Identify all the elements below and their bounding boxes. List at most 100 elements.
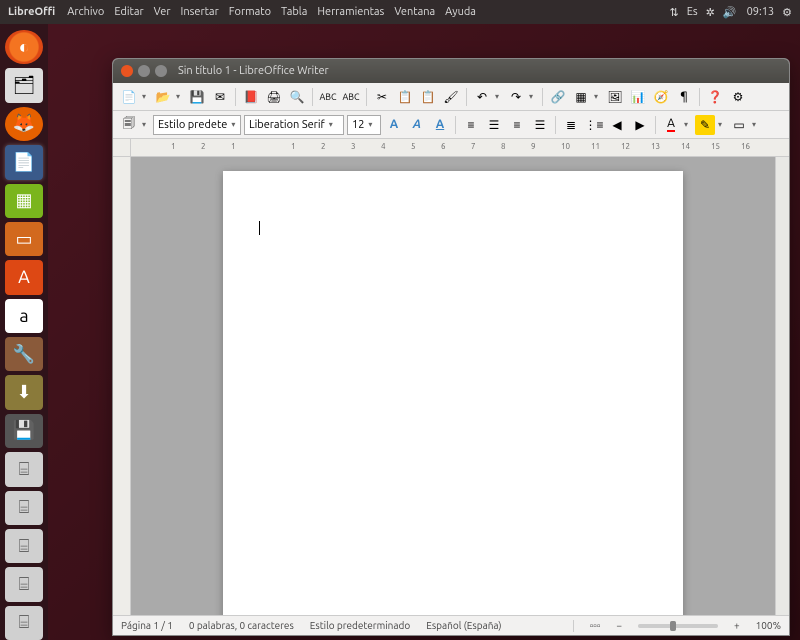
copy-icon[interactable]: 📋	[395, 87, 415, 107]
background-color-icon[interactable]: ▭	[729, 115, 749, 135]
menu-ver[interactable]: Ver	[154, 6, 171, 18]
amazon-icon[interactable]: a	[5, 299, 43, 333]
settings-icon[interactable]: 🔧	[5, 337, 43, 371]
drive2-icon[interactable]: ⌸	[5, 491, 43, 525]
spellcheck-icon[interactable]: ABC	[318, 87, 338, 107]
navigator-icon[interactable]: 🧭	[651, 87, 671, 107]
print-preview-icon[interactable]: 🔍	[287, 87, 307, 107]
menu-formato[interactable]: Formato	[229, 6, 271, 18]
font-color-icon[interactable]: A	[661, 115, 681, 135]
view-layout-icons[interactable]: ▫▫▫	[590, 620, 601, 632]
menu-ayuda[interactable]: Ayuda	[445, 6, 476, 18]
save-icon[interactable]: 💾	[187, 87, 207, 107]
decrease-indent-icon[interactable]: ◀	[607, 115, 627, 135]
page-viewport[interactable]	[131, 157, 775, 615]
underline-icon[interactable]: A	[430, 115, 450, 135]
menu-archivo[interactable]: Archivo	[67, 6, 104, 18]
vertical-ruler[interactable]	[113, 157, 131, 615]
align-center-icon[interactable]: ☰	[484, 115, 504, 135]
extension-icon[interactable]: ⚙	[728, 87, 748, 107]
clock[interactable]: 09:13	[747, 6, 775, 18]
new-doc-icon[interactable]: 📄	[119, 87, 139, 107]
bold-icon[interactable]: A	[384, 115, 404, 135]
calc-icon[interactable]: ▦	[5, 184, 43, 218]
titlebar[interactable]: Sin título 1 - LibreOffice Writer	[113, 59, 789, 83]
zoom-plus-icon[interactable]: +	[734, 620, 740, 631]
redo-icon[interactable]: ↷	[506, 87, 526, 107]
software-center-icon[interactable]: A	[5, 260, 43, 294]
pdf-export-icon[interactable]: 📕	[241, 87, 261, 107]
hyperlink-icon[interactable]: 🔗	[548, 87, 568, 107]
paste-icon[interactable]: 📋	[418, 87, 438, 107]
close-button[interactable]	[121, 65, 133, 77]
menu-ventana[interactable]: Ventana	[394, 6, 435, 18]
font-color-dropdown[interactable]: ▾	[684, 120, 692, 129]
zoom-value[interactable]: 100%	[756, 620, 781, 631]
menu-tabla[interactable]: Tabla	[281, 6, 307, 18]
cut-icon[interactable]: ✂	[372, 87, 392, 107]
new-dropdown[interactable]: ▾	[142, 92, 150, 101]
document-page[interactable]	[223, 171, 683, 615]
drive5-icon[interactable]: ⌸	[5, 606, 43, 640]
format-paintbrush-icon[interactable]: 🖌	[441, 87, 461, 107]
table-icon[interactable]: ▦	[571, 87, 591, 107]
table-dropdown[interactable]: ▾	[594, 92, 602, 101]
bluetooth-icon[interactable]: ✲	[706, 6, 715, 19]
undo-dropdown[interactable]: ▾	[495, 92, 503, 101]
highlight-icon[interactable]: ✎	[695, 115, 715, 135]
background-dropdown[interactable]: ▾	[752, 120, 760, 129]
impress-icon[interactable]: ▭	[5, 222, 43, 256]
image-icon[interactable]: 🖼	[605, 87, 625, 107]
autospell-icon[interactable]: ABC	[341, 87, 361, 107]
font-size-combo[interactable]: 12▾	[347, 115, 381, 135]
paragraph-style-combo[interactable]: Estilo predete▾	[153, 115, 241, 135]
writer-icon[interactable]: 📄	[5, 145, 43, 179]
menu-editar[interactable]: Editar	[114, 6, 143, 18]
horizontal-ruler[interactable]: 1 2 1 1 2 3 4 5 6 7 8 9 10 11 12 13 14 1…	[113, 139, 789, 157]
menu-herramientas[interactable]: Herramientas	[317, 6, 384, 18]
firefox-icon[interactable]: 🦊	[5, 107, 43, 141]
files-icon[interactable]: 🗂	[5, 68, 43, 102]
zoom-minus-icon[interactable]: −	[616, 620, 622, 631]
chart-icon[interactable]: 📊	[628, 87, 648, 107]
highlight-dropdown[interactable]: ▾	[718, 120, 726, 129]
status-page[interactable]: Página 1 / 1	[121, 620, 173, 631]
italic-icon[interactable]: A	[407, 115, 427, 135]
numbered-list-icon[interactable]: ≣	[561, 115, 581, 135]
align-justify-icon[interactable]: ☰	[530, 115, 550, 135]
ruler-tick: 11	[591, 142, 600, 151]
nonprinting-icon[interactable]: ¶	[674, 87, 694, 107]
drive4-icon[interactable]: ⌸	[5, 567, 43, 601]
drive3-icon[interactable]: ⌸	[5, 529, 43, 563]
styles-dialog-icon[interactable]: 🗐	[119, 115, 139, 135]
dash-icon[interactable]: ◐	[5, 30, 43, 64]
status-style[interactable]: Estilo predeterminado	[310, 620, 410, 631]
disk-icon[interactable]: 💾	[5, 414, 43, 448]
zoom-slider[interactable]	[638, 624, 718, 628]
email-icon[interactable]: ✉	[210, 87, 230, 107]
vertical-scrollbar[interactable]	[775, 157, 789, 615]
print-icon[interactable]: 🖨	[264, 87, 284, 107]
status-language[interactable]: Español (España)	[426, 620, 501, 631]
maximize-button[interactable]	[155, 65, 167, 77]
menu-insertar[interactable]: Insertar	[181, 6, 219, 18]
power-icon[interactable]: ⚙	[782, 6, 792, 19]
sound-icon[interactable]: 🔊	[723, 6, 737, 19]
undo-icon[interactable]: ↶	[472, 87, 492, 107]
keyboard-lang-icon[interactable]: Es	[687, 6, 698, 18]
font-name-combo[interactable]: Liberation Serif▾	[244, 115, 344, 135]
styles-dropdown-arrow[interactable]: ▾	[142, 120, 150, 129]
drive1-icon[interactable]: ⌸	[5, 452, 43, 486]
align-left-icon[interactable]: ≡	[461, 115, 481, 135]
open-icon[interactable]: 📂	[153, 87, 173, 107]
open-dropdown[interactable]: ▾	[176, 92, 184, 101]
increase-indent-icon[interactable]: ▶	[630, 115, 650, 135]
network-icon[interactable]: ⇅	[670, 6, 679, 19]
status-wordcount[interactable]: 0 palabras, 0 caracteres	[189, 620, 294, 631]
help-icon[interactable]: ❓	[705, 87, 725, 107]
align-right-icon[interactable]: ≡	[507, 115, 527, 135]
redo-dropdown[interactable]: ▾	[529, 92, 537, 101]
minimize-button[interactable]	[138, 65, 150, 77]
downloads-icon[interactable]: ⬇	[5, 375, 43, 409]
bullet-list-icon[interactable]: ⋮≡	[584, 115, 604, 135]
